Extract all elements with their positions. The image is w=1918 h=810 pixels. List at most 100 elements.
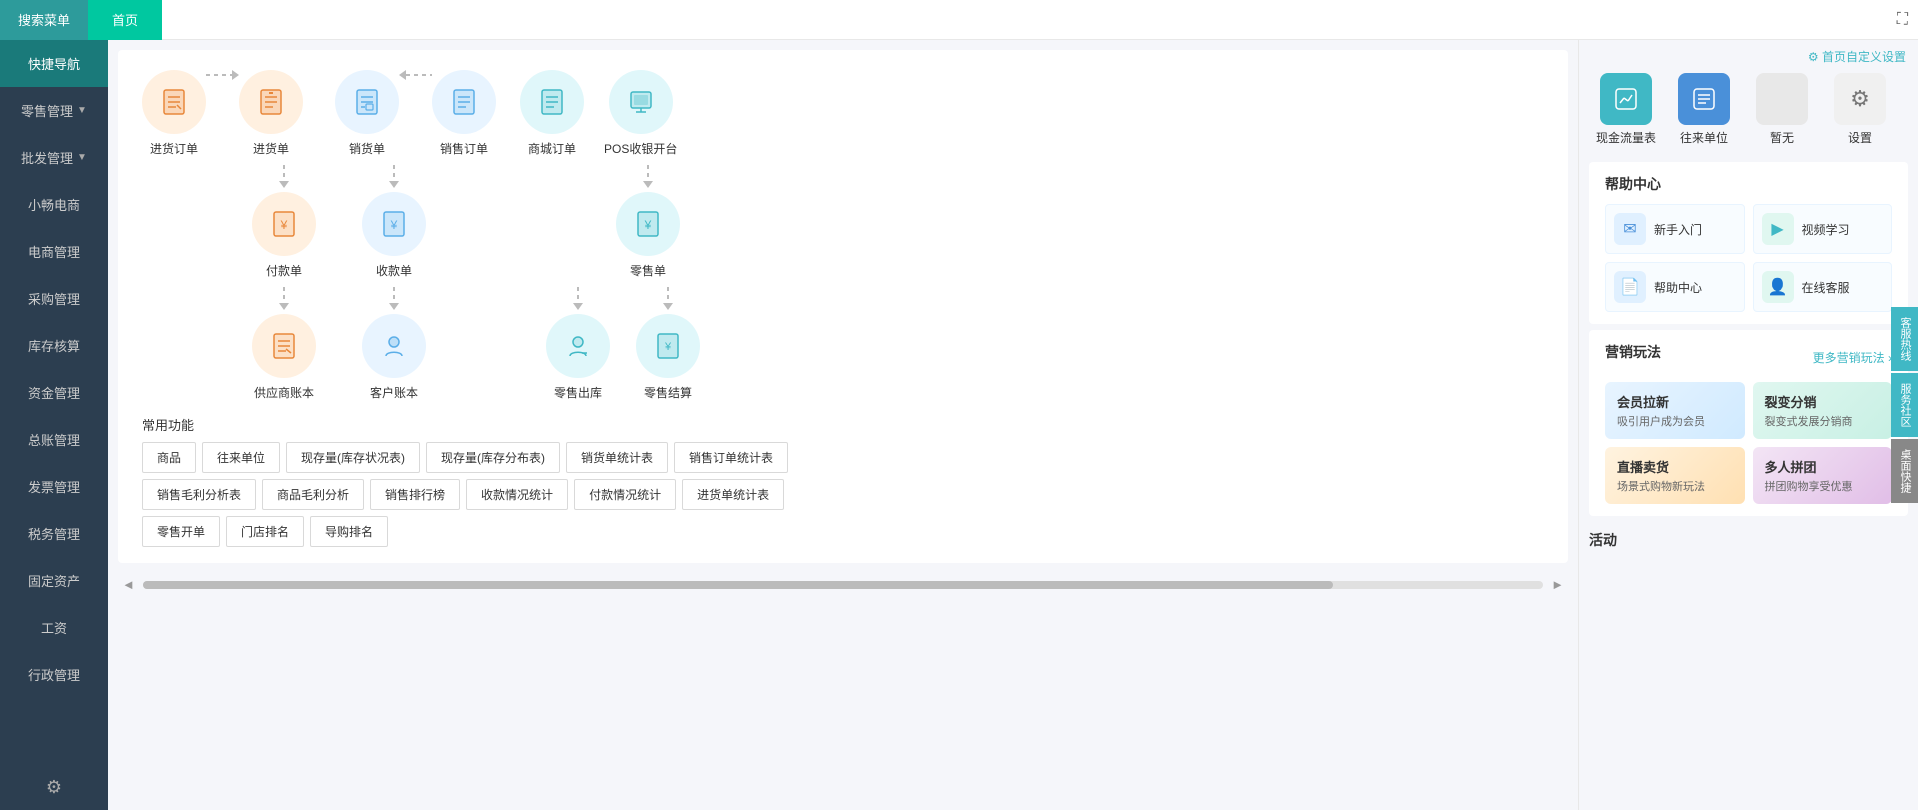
func-btn-sales-rank[interactable]: 销售排行榜	[370, 479, 460, 510]
mkt-item-fission[interactable]: 裂变分销 裂变式发展分销商	[1753, 382, 1893, 439]
mkt-item-group[interactable]: 多人拼团 拼团购物享受优惠	[1753, 447, 1893, 504]
sidebar-item-label: 发票管理	[28, 477, 80, 496]
func-btn-stock-status[interactable]: 现存量(库存状况表)	[286, 442, 420, 473]
qa-settings[interactable]: ⚙ 设置	[1825, 73, 1895, 146]
none-icon	[1756, 73, 1808, 125]
home-tab[interactable]: 首页	[88, 0, 162, 40]
sidebar-item-label: 工资	[41, 618, 67, 637]
sidebar-item-label: 库存核算	[28, 336, 80, 355]
help-item-online-service[interactable]: 👤 在线客服	[1753, 262, 1893, 312]
scroll-right-button[interactable]: ►	[1547, 577, 1568, 592]
main-panel: 进货订单 进货单	[108, 40, 1578, 810]
scroll-track[interactable]	[143, 581, 1543, 589]
scrollbar-row: ◄ ►	[108, 573, 1578, 596]
payment-label: 付款单	[266, 262, 302, 279]
func-btn-retail-order[interactable]: 零售开单	[142, 516, 220, 547]
func-btn-store-rank[interactable]: 门店排名	[226, 516, 304, 547]
sidebar-item-admin[interactable]: 行政管理	[0, 651, 108, 698]
mkt-item-member[interactable]: 会员拉新 吸引用户成为会员	[1605, 382, 1745, 439]
func-btn-purchase-stat[interactable]: 进货单统计表	[682, 479, 784, 510]
top-bar: 搜索菜单 首页 ⛶	[0, 0, 1918, 40]
sidebar-item-wholesale[interactable]: 批发管理 ▼	[0, 134, 108, 181]
help-item-helpcenter[interactable]: 📄 帮助中心	[1605, 262, 1745, 312]
supplier-ledger-icon	[252, 314, 316, 378]
scroll-left-button[interactable]: ◄	[118, 577, 139, 592]
node-purchase-order[interactable]: 进货订单	[142, 70, 206, 157]
more-marketing-link[interactable]: 更多营销玩法 ›	[1813, 349, 1892, 366]
sidebar-item-label: 电商管理	[28, 242, 80, 261]
func-buttons-row2: 销售毛利分析表 商品毛利分析 销售排行榜 收款情况统计 付款情况统计 进货单统计…	[142, 479, 1544, 510]
sidebar-item-label: 快捷导航	[28, 54, 80, 73]
pos-open-icon	[609, 70, 673, 134]
marketing-section: 营销玩法 更多营销玩法 › 会员拉新 吸引用户成为会员 裂变分销 裂变式发展分销…	[1589, 330, 1908, 516]
sidebar-item-label: 批发管理	[21, 148, 73, 167]
sidebar-item-invoice[interactable]: 发票管理	[0, 463, 108, 510]
svg-text:¥: ¥	[390, 218, 398, 232]
func-buttons-row3: 零售开单 门店排名 导购排名	[142, 516, 1544, 547]
sidebar-item-tax[interactable]: 税务管理	[0, 510, 108, 557]
func-btn-sales-order-stat[interactable]: 销售订单统计表	[674, 442, 788, 473]
qa-none[interactable]: 暂无	[1747, 73, 1817, 146]
node-mall-order[interactable]: 商城订单	[520, 70, 584, 157]
svg-text:¥: ¥	[644, 218, 652, 232]
sidebar-item-label: 零售管理	[21, 101, 73, 120]
func-btn-sales-margin[interactable]: 销售毛利分析表	[142, 479, 256, 510]
sidebar-item-label: 资金管理	[28, 383, 80, 402]
sidebar: 快捷导航 零售管理 ▼ 批发管理 ▼ 小畅电商 电商管理 采购管理 库存核算 资…	[0, 40, 108, 810]
doc-icon: 📄	[1614, 271, 1646, 303]
mkt-member-title: 会员拉新	[1617, 392, 1733, 411]
sidebar-item-general-ledger[interactable]: 总账管理	[0, 416, 108, 463]
func-btn-partners[interactable]: 往来单位	[202, 442, 280, 473]
func-btn-goods[interactable]: 商品	[142, 442, 196, 473]
fullscreen-button[interactable]: ⛶	[1897, 11, 1908, 29]
svg-text:¥: ¥	[280, 218, 288, 232]
float-btn-desktop[interactable]: 桌面快捷	[1891, 439, 1918, 503]
func-btn-goods-margin[interactable]: 商品毛利分析	[262, 479, 364, 510]
mkt-live-title: 直播卖货	[1617, 457, 1733, 476]
cashflow-icon	[1600, 73, 1652, 125]
node-sales-order[interactable]: 销售订单	[432, 70, 496, 157]
customize-link[interactable]: ⚙ 首页自定义设置	[1579, 40, 1918, 69]
chevron-down-icon: ▼	[77, 105, 87, 116]
sidebar-item-ecommerce-mgmt[interactable]: 电商管理	[0, 228, 108, 275]
func-btn-sales-stat[interactable]: 销货单统计表	[566, 442, 668, 473]
marketing-header: 营销玩法 更多营销玩法 ›	[1605, 342, 1892, 372]
marketing-grid: 会员拉新 吸引用户成为会员 裂变分销 裂变式发展分销商 直播卖货 场景式购物新玩…	[1605, 382, 1892, 504]
marketing-title: 营销玩法	[1605, 342, 1661, 362]
common-funcs-title: 常用功能	[142, 415, 1544, 434]
mkt-item-live[interactable]: 直播卖货 场景式购物新玩法	[1605, 447, 1745, 504]
float-btn-service[interactable]: 客服热线	[1891, 307, 1918, 371]
help-item-beginner[interactable]: ✉ 新手入门	[1605, 204, 1745, 254]
flow-diagram: 进货订单 进货单	[142, 70, 1544, 401]
sidebar-item-ecommerce-small[interactable]: 小畅电商	[0, 181, 108, 228]
func-btn-guide-rank[interactable]: 导购排名	[310, 516, 388, 547]
mkt-live-desc: 场景式购物新玩法	[1617, 478, 1733, 494]
sidebar-item-purchase[interactable]: 采购管理	[0, 275, 108, 322]
node-pos-open[interactable]: POS收银开台	[604, 70, 677, 157]
node-purchase-bill[interactable]: 进货单	[239, 70, 303, 157]
none-label: 暂无	[1770, 129, 1794, 146]
sidebar-item-fixed-assets[interactable]: 固定资产	[0, 557, 108, 604]
retail-bill-label: 零售单	[630, 262, 666, 279]
func-btn-stock-dist[interactable]: 现存量(库存分布表)	[426, 442, 560, 473]
mkt-fission-title: 裂变分销	[1765, 392, 1881, 411]
sidebar-item-quicknav[interactable]: 快捷导航	[0, 40, 108, 87]
content-area: 进货订单 进货单	[108, 40, 1918, 810]
float-btn-community[interactable]: 服务社区	[1891, 373, 1918, 437]
node-sales-bill[interactable]: 销货单	[335, 70, 399, 157]
sidebar-item-retail[interactable]: 零售管理 ▼	[0, 87, 108, 134]
sidebar-item-label: 固定资产	[28, 571, 80, 590]
qa-cashflow[interactable]: 现金流量表	[1591, 73, 1661, 146]
sidebar-item-payroll[interactable]: 工资	[0, 604, 108, 651]
func-btn-payment-stat[interactable]: 付款情况统计	[574, 479, 676, 510]
func-btn-receipt-stat[interactable]: 收款情况统计	[466, 479, 568, 510]
sidebar-item-inventory[interactable]: 库存核算	[0, 322, 108, 369]
sidebar-item-finance[interactable]: 资金管理	[0, 369, 108, 416]
quick-access-icons: 现金流量表 往来单位 暂无 ⚙ 设置	[1579, 69, 1918, 156]
sidebar-settings[interactable]: ⚙	[0, 765, 108, 810]
search-menu-button[interactable]: 搜索菜单	[0, 0, 88, 40]
help-item-video[interactable]: ▶ 视频学习	[1753, 204, 1893, 254]
payment-icon: ¥	[252, 192, 316, 256]
gear-icon: ⚙	[46, 777, 62, 797]
qa-partners[interactable]: 往来单位	[1669, 73, 1739, 146]
